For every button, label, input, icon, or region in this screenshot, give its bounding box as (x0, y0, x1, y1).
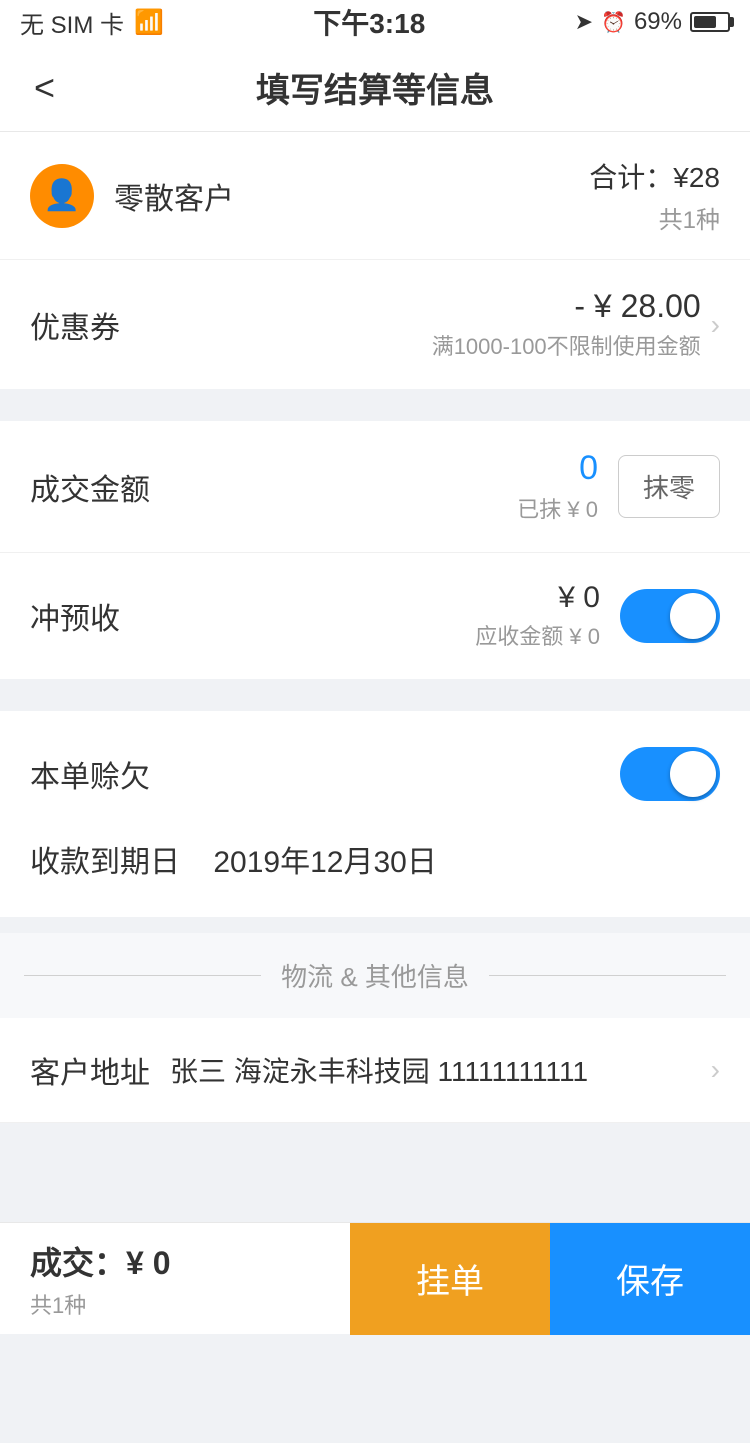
customer-section: 👤 零散客户 合计：¥28 共1种 优惠券 - ¥ 28.00 满1000-10… (0, 132, 750, 389)
bottom-summary: 成交：¥ 0 共1种 (0, 1238, 350, 1320)
bottom-summary-top: 成交：¥ 0 (30, 1238, 320, 1284)
divider-1 (0, 405, 750, 421)
amount-input-area: 0 已抹 ¥ 0 (517, 449, 598, 524)
logistics-header: 物流 & 其他信息 (0, 933, 750, 1018)
bottom-summary-amount: ¥ 0 (126, 1245, 170, 1281)
wifi-icon: 📶 (134, 8, 164, 37)
hold-button[interactable]: 挂单 (350, 1223, 550, 1335)
customer-left: 👤 零散客户 (30, 164, 234, 228)
toggle-knob (670, 593, 716, 639)
divider-2 (0, 679, 750, 695)
advance-amount-area: ¥ 0 应收金额 ¥ 0 (475, 581, 600, 651)
chevron-right-icon: › (711, 309, 720, 341)
advance-label: 冲预收 (30, 594, 120, 638)
customer-name: 零散客户 (114, 174, 234, 218)
due-date-row: 收款到期日 2019年12月30日 (0, 837, 750, 917)
address-section: 客户地址 张三 海淀永丰科技园 11111111111 › (0, 1018, 750, 1123)
location-icon: ➤ (575, 9, 593, 35)
transaction-amount-label: 成交金额 (30, 465, 150, 509)
address-chevron-icon: › (711, 1054, 720, 1086)
debt-section: 本单赊欠 收款到期日 2019年12月30日 (0, 711, 750, 917)
customer-row: 👤 零散客户 合计：¥28 共1种 (0, 132, 750, 259)
advance-sub: 应收金额 ¥ 0 (475, 619, 600, 651)
nav-bar: < 填写结算等信息 (0, 44, 750, 132)
customer-count: 共1种 (589, 200, 720, 235)
logistics-label: 物流 & 其他信息 (281, 957, 469, 994)
transaction-amount-right: 0 已抹 ¥ 0 抹零 (517, 449, 720, 524)
coupon-info: - ¥ 28.00 满1000-100不限制使用金额 (432, 288, 701, 361)
amount-sub: 已抹 ¥ 0 (517, 492, 598, 524)
advance-amount: ¥ 0 (475, 581, 600, 615)
avatar: 👤 (30, 164, 94, 228)
due-date-label: 收款到期日 (30, 846, 180, 879)
battery-icon (690, 12, 730, 32)
back-button[interactable]: < (24, 57, 65, 119)
coupon-description: 满1000-100不限制使用金额 (432, 329, 701, 361)
coupon-right: - ¥ 28.00 满1000-100不限制使用金额 › (432, 288, 720, 361)
customer-right: 合计：¥28 共1种 (589, 156, 720, 235)
due-date-spacer (188, 846, 205, 879)
round-off-button[interactable]: 抹零 (618, 455, 720, 518)
address-row[interactable]: 客户地址 张三 海淀永丰科技园 11111111111 › (0, 1018, 750, 1123)
form-section: 成交金额 0 已抹 ¥ 0 抹零 冲预收 ¥ 0 应收金额 ¥ 0 (0, 421, 750, 679)
address-value: 张三 海淀永丰科技园 11111111111 (170, 1050, 691, 1090)
advance-right: ¥ 0 应收金额 ¥ 0 (475, 581, 720, 651)
due-date-value[interactable]: 2019年12月30日 (213, 846, 436, 879)
debt-row: 本单赊欠 (0, 711, 750, 837)
status-time: 下午3:18 (313, 2, 425, 42)
coupon-row[interactable]: 优惠券 - ¥ 28.00 满1000-100不限制使用金额 › (0, 259, 750, 389)
status-right: ➤ ⏰ 69% (575, 8, 730, 36)
bottom-summary-count: 共1种 (30, 1288, 320, 1320)
advance-toggle[interactable] (620, 589, 720, 643)
advance-row: 冲预收 ¥ 0 应收金额 ¥ 0 (0, 553, 750, 679)
transaction-amount-row: 成交金额 0 已抹 ¥ 0 抹零 (0, 421, 750, 553)
coupon-discount: - ¥ 28.00 (432, 288, 701, 325)
save-button[interactable]: 保存 (550, 1223, 750, 1335)
carrier-text: 无 SIM 卡 (20, 5, 124, 40)
bottom-bar: 成交：¥ 0 共1种 挂单 保存 (0, 1222, 750, 1334)
battery-percent: 69% (634, 8, 682, 36)
alarm-icon: ⏰ (601, 10, 626, 35)
debt-label: 本单赊欠 (30, 752, 150, 796)
debt-toggle[interactable] (620, 747, 720, 801)
page-title: 填写结算等信息 (256, 63, 494, 112)
address-label: 客户地址 (30, 1048, 150, 1092)
logistics-line-right (489, 975, 726, 976)
divider-3 (0, 917, 750, 933)
logistics-line-left (24, 975, 261, 976)
customer-total: 合计：¥28 (589, 156, 720, 196)
bottom-summary-label: 成交： (30, 1245, 126, 1281)
status-left: 无 SIM 卡 📶 (20, 5, 164, 40)
amount-value[interactable]: 0 (517, 449, 598, 488)
coupon-label: 优惠券 (30, 303, 120, 347)
status-bar: 无 SIM 卡 📶 下午3:18 ➤ ⏰ 69% (0, 0, 750, 44)
debt-toggle-knob (670, 751, 716, 797)
